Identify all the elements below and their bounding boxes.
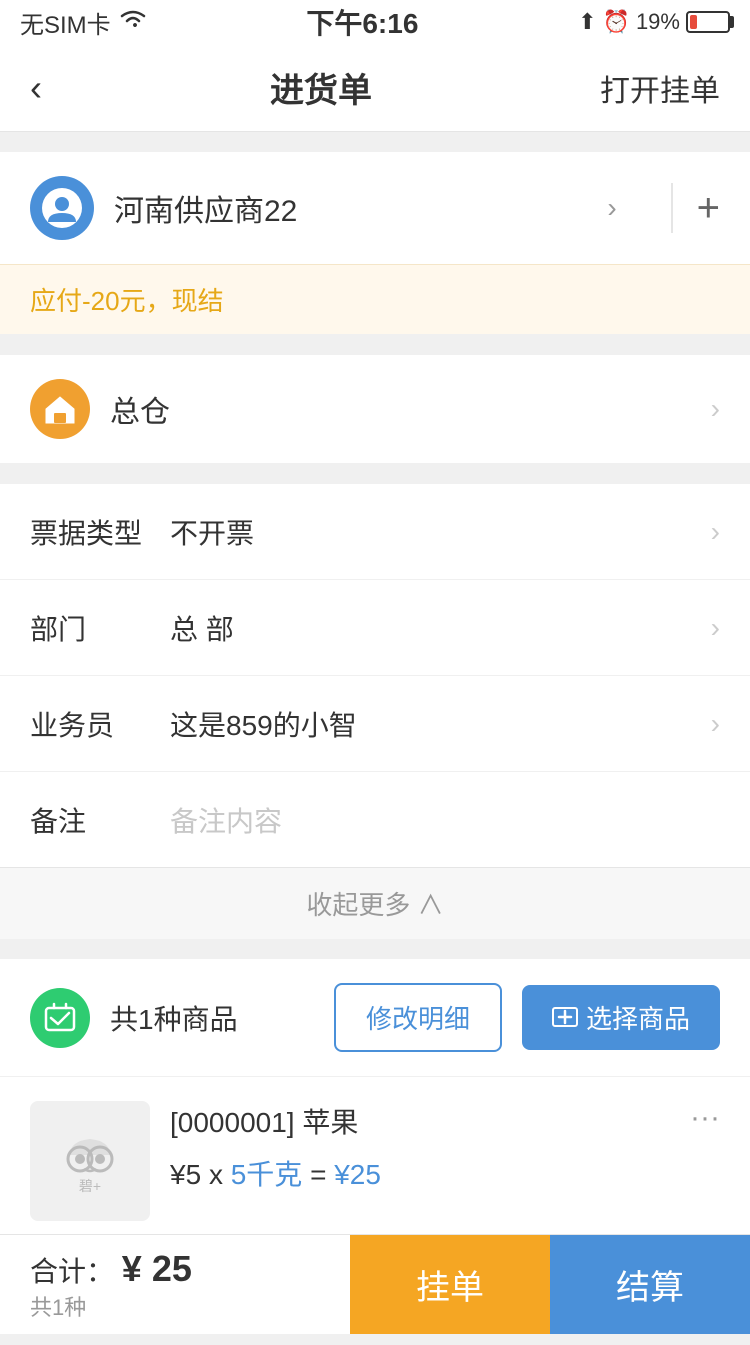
remark-label: 备注 — [30, 800, 170, 840]
collapse-toggle[interactable]: 收起更多 ∧ — [0, 867, 750, 939]
bottom-bar: 合计： ¥ 25 共1种 挂单 结算 — [0, 1234, 750, 1334]
supplier-avatar — [30, 176, 94, 240]
section-divider-1 — [0, 132, 750, 152]
form-row-remark[interactable]: 备注 备注内容 — [0, 771, 750, 867]
supplier-row[interactable]: 河南供应商22 › + — [0, 152, 750, 264]
product-item: 碧+ [0000001] 苹果 ¥5 x 5千克 = ¥25 ··· — [0, 1076, 750, 1245]
edit-detail-button[interactable]: 修改明细 — [334, 983, 502, 1052]
section-divider-2 — [0, 334, 750, 354]
section-divider-3 — [0, 463, 750, 483]
alarm-icon: ⏰ — [603, 9, 630, 35]
total-amount: ¥ 25 — [122, 1248, 192, 1289]
warning-banner: 应付-20元，现结 — [0, 264, 750, 334]
battery-percent: 19% — [636, 9, 680, 35]
battery-icon — [686, 11, 730, 33]
back-button[interactable]: ‹ — [30, 67, 42, 109]
product-total: ¥25 — [334, 1159, 381, 1190]
location-icon: ⬆ — [578, 9, 596, 35]
total-label: 合计： — [30, 1256, 114, 1287]
open-pending-button[interactable]: 打开挂单 — [600, 66, 720, 110]
checkout-button[interactable]: 结算 — [550, 1235, 750, 1334]
supplier-chevron-icon: › — [607, 192, 616, 224]
status-bar-right: ⬆ ⏰ 19% — [578, 9, 730, 35]
product-count-label: 共1种商品 — [110, 998, 314, 1038]
warehouse-name: 总仓 — [110, 387, 711, 431]
total-sub: 共1种 — [30, 1290, 320, 1322]
product-qty: 5千克 — [231, 1159, 303, 1190]
form-section: 票据类型 不开票 › 部门 总 部 › 业务员 这是859的小智 › 备注 备注… — [0, 483, 750, 867]
select-product-label: 选择商品 — [586, 999, 690, 1036]
product-code: [0000001] — [170, 1107, 295, 1138]
status-bar-time: 下午6:16 — [306, 2, 418, 42]
invoice-type-chevron-icon: › — [711, 516, 720, 548]
multiply-sign: x — [209, 1159, 231, 1190]
salesperson-label: 业务员 — [30, 704, 170, 744]
supplier-name: 河南供应商22 — [114, 186, 607, 230]
warehouse-chevron-icon: › — [711, 393, 720, 425]
warehouse-row[interactable]: 总仓 › — [0, 354, 750, 463]
product-title: 苹果 — [302, 1107, 358, 1138]
warehouse-icon — [30, 379, 90, 439]
nav-bar: ‹ 进货单 打开挂单 — [0, 44, 750, 132]
department-value: 总 部 — [170, 608, 711, 648]
product-thumbnail: 碧+ — [30, 1101, 150, 1221]
collapse-label: 收起更多 ∧ — [306, 885, 443, 922]
salesperson-value: 这是859的小智 — [170, 704, 711, 744]
supplier-section: 河南供应商22 › + 应付-20元，现结 — [0, 152, 750, 334]
add-supplier-button[interactable]: + — [697, 186, 720, 231]
supplier-divider — [671, 183, 673, 233]
status-bar-left: 无SIM卡 — [20, 5, 147, 40]
status-bar: 无SIM卡 下午6:16 ⬆ ⏰ 19% — [0, 0, 750, 44]
form-row-salesperson[interactable]: 业务员 这是859的小智 › — [0, 675, 750, 771]
salesperson-chevron-icon: › — [711, 708, 720, 740]
unit-price: ¥5 — [170, 1159, 201, 1190]
warehouse-section: 总仓 › — [0, 354, 750, 463]
invoice-type-label: 票据类型 — [30, 512, 170, 552]
svg-text:碧+: 碧+ — [79, 1178, 101, 1194]
department-label: 部门 — [30, 608, 170, 648]
product-info: [0000001] 苹果 ¥5 x 5千克 = ¥25 — [170, 1101, 670, 1193]
total-section: 合计： ¥ 25 共1种 — [0, 1235, 350, 1334]
product-header: 共1种商品 修改明细 选择商品 — [0, 939, 750, 1076]
product-price-row: ¥5 x 5千克 = ¥25 — [170, 1153, 670, 1193]
avatar-icon — [42, 188, 82, 228]
department-chevron-icon: › — [711, 612, 720, 644]
product-section: 共1种商品 修改明细 选择商品 碧+ [0000001] — [0, 939, 750, 1245]
product-count-icon — [30, 988, 90, 1048]
page-title: 进货单 — [270, 63, 372, 112]
equals-sign: = — [310, 1159, 334, 1190]
total-main: 合计： ¥ 25 — [30, 1248, 320, 1290]
carrier-label: 无SIM卡 — [20, 5, 111, 40]
select-product-button[interactable]: 选择商品 — [522, 985, 720, 1050]
remark-input[interactable]: 备注内容 — [170, 800, 720, 840]
product-name: [0000001] 苹果 — [170, 1101, 670, 1141]
form-row-invoice-type[interactable]: 票据类型 不开票 › — [0, 483, 750, 579]
invoice-type-value: 不开票 — [170, 512, 711, 552]
form-row-department[interactable]: 部门 总 部 › — [0, 579, 750, 675]
wifi-icon — [119, 8, 147, 36]
hang-order-button[interactable]: 挂单 — [350, 1235, 550, 1334]
product-more-button[interactable]: ··· — [690, 1101, 720, 1135]
